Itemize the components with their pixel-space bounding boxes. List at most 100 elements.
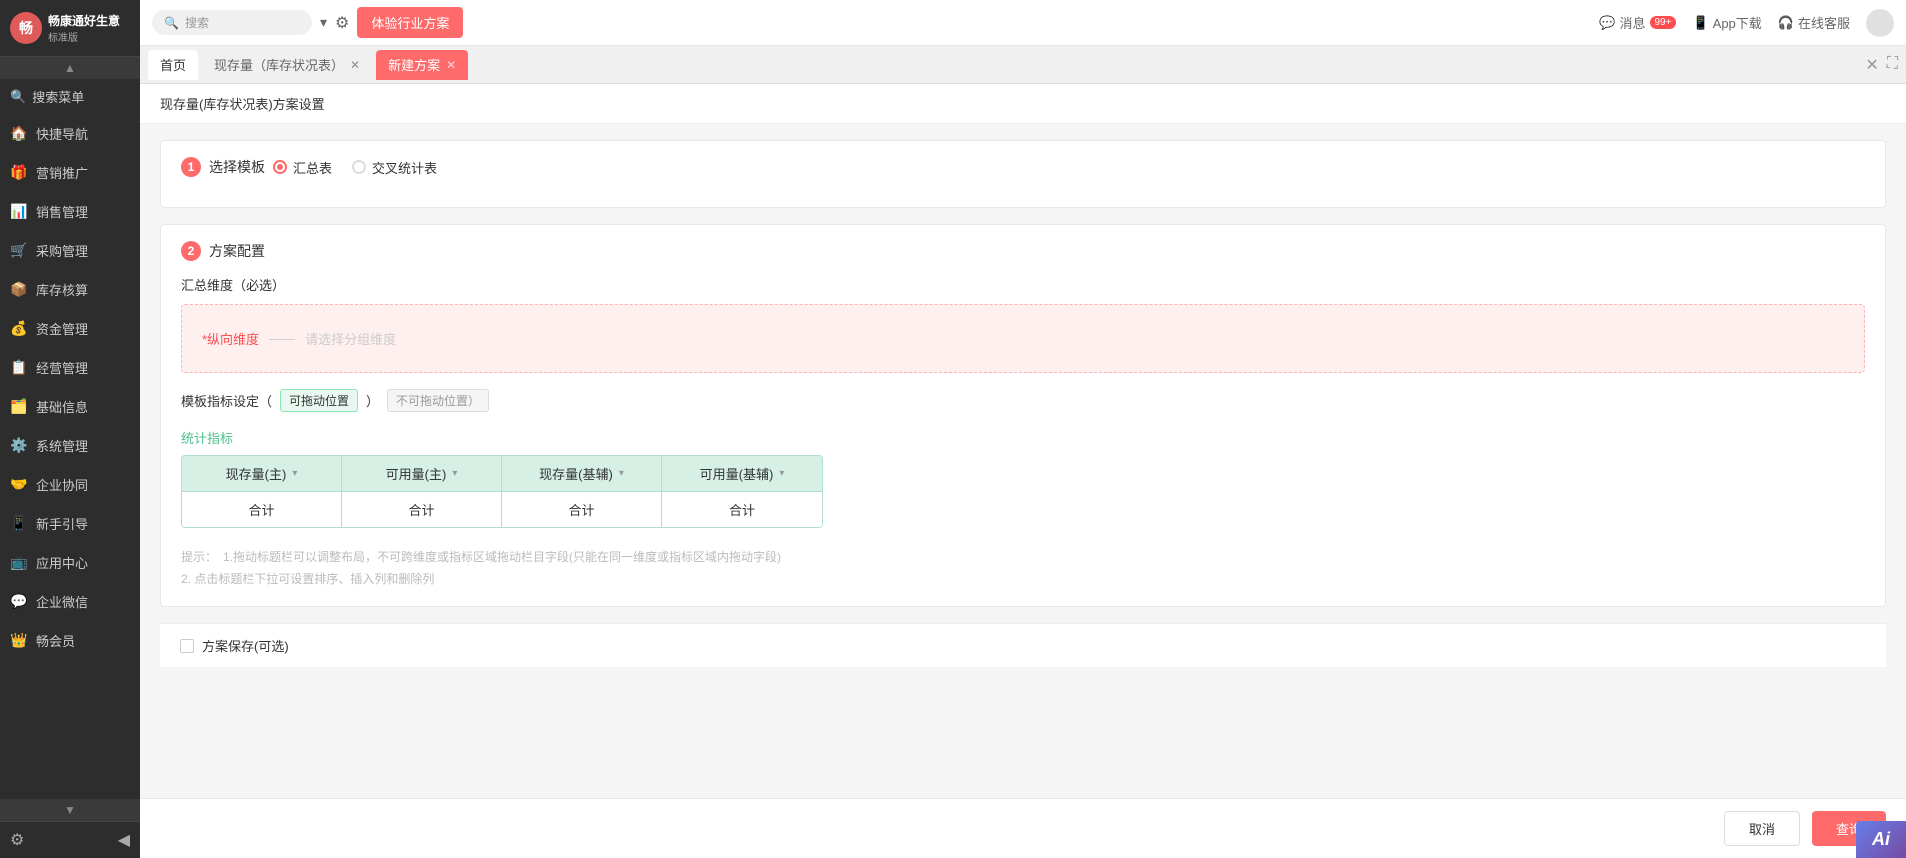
crown-icon: 👑 — [10, 632, 28, 650]
sidebar-item-label: 系统管理 — [36, 436, 88, 455]
topbar-dropdown-icon[interactable]: ▾ — [320, 14, 327, 31]
sidebar-item-system[interactable]: ⚙️ 系统管理 — [0, 426, 140, 465]
tab-window-controls: ✕ ⛶ — [1865, 55, 1898, 75]
sidebar-item-finance[interactable]: 💰 资金管理 — [0, 309, 140, 348]
stats-section: 统计指标 现存量(主) ▾ 可用量(主) ▾ — [181, 428, 1865, 531]
tabbar: 首页 现存量（库存状况表） ✕ 新建方案 ✕ ✕ ⛶ — [140, 46, 1906, 84]
stats-col2-aggregation: 合计 — [408, 500, 434, 519]
sidebar-item-guide[interactable]: 📱 新手引导 — [0, 504, 140, 543]
step1-number: 1 — [181, 157, 201, 177]
dimension-dash: —— — [269, 331, 295, 346]
sidebar-item-label: 基础信息 — [36, 397, 88, 416]
stats-col2-header[interactable]: 可用量(主) ▾ — [342, 456, 502, 491]
headset-icon: 🎧 — [1778, 15, 1794, 31]
folder-icon: 🗂️ — [10, 398, 28, 416]
sidebar-nav: 🔍 搜索菜单 🏠 快捷导航 🎁 营销推广 📊 销售管理 🛒 采购管理 📦 库存核… — [0, 79, 140, 799]
sidebar-scroll-up[interactable]: ▲ — [0, 57, 140, 79]
step1-title: 选择模板 — [209, 157, 265, 177]
sidebar-item-base[interactable]: 🗂️ 基础信息 — [0, 387, 140, 426]
stats-col1-header[interactable]: 现存量(主) ▾ — [182, 456, 342, 491]
sidebar-item-sales[interactable]: 📊 销售管理 — [0, 192, 140, 231]
dimension-area[interactable]: *纵向维度 —— 请选择分组维度 — [181, 304, 1865, 373]
sidebar-item-coop[interactable]: 🤝 企业协同 — [0, 465, 140, 504]
app-download-button[interactable]: 📱 App下载 — [1692, 13, 1761, 32]
search-icon: 🔍 — [10, 89, 26, 105]
customer-service-label: 在线客服 — [1798, 13, 1850, 32]
radio-cross-circle — [352, 160, 366, 174]
radio-summary[interactable]: 汇总表 — [273, 158, 332, 177]
stats-col3-header[interactable]: 现存量(基辅) ▾ — [502, 456, 662, 491]
tab-new-scheme[interactable]: 新建方案 ✕ — [376, 50, 468, 80]
sidebar-item-label: 销售管理 — [36, 202, 88, 221]
tab-home[interactable]: 首页 — [148, 50, 198, 80]
messages-badge: 99+ — [1650, 16, 1677, 29]
settings-icon[interactable]: ⚙ — [10, 830, 24, 850]
stats-col1-data: 合计 — [182, 491, 342, 527]
sidebar-search[interactable]: 🔍 搜索菜单 — [0, 79, 140, 114]
sidebar-item-label: 新手引导 — [36, 514, 88, 533]
messages-button[interactable]: 💬 消息 99+ — [1599, 13, 1676, 32]
sidebar-item-label: 营销推广 — [36, 163, 88, 182]
sidebar-item-purchase[interactable]: 🛒 采购管理 — [0, 231, 140, 270]
sidebar-item-member[interactable]: 👑 畅会员 — [0, 621, 140, 660]
chevron-down-icon: ▾ — [452, 468, 457, 479]
trial-industry-button[interactable]: 体验行业方案 — [357, 7, 463, 38]
stats-table: 现存量(主) ▾ 可用量(主) ▾ 现存量(基辅) ▾ — [181, 455, 823, 528]
tip2: 2. 点击标题栏下拉可设置排序、插入列和删除列 — [181, 569, 1865, 591]
sidebar: 畅 畅康通好生意 标准版 ▲ 🔍 搜索菜单 🏠 快捷导航 🎁 营销推广 📊 销售… — [0, 0, 140, 858]
tab-inventory-label: 现存量（库存状况表） — [214, 55, 344, 74]
sidebar-item-wechat[interactable]: 💬 企业微信 — [0, 582, 140, 621]
sidebar-item-quick-nav[interactable]: 🏠 快捷导航 — [0, 114, 140, 153]
stats-data-row: 合计 合计 合计 合计 — [182, 491, 822, 527]
sidebar-item-apps[interactable]: 📺 应用中心 — [0, 543, 140, 582]
save-checkbox[interactable] — [180, 639, 194, 653]
sidebar-item-label: 企业协同 — [36, 475, 88, 494]
tab-new-scheme-label: 新建方案 — [388, 55, 440, 74]
sidebar-item-label: 快捷导航 — [36, 124, 88, 143]
sidebar-scroll-down[interactable]: ▼ — [0, 799, 140, 821]
sidebar-bottom: ⚙ ◀ — [0, 821, 140, 858]
step1-section: 1 选择模板 汇总表 交叉统计表 — [160, 140, 1886, 208]
dimension-placeholder: 请选择分组维度 — [305, 329, 396, 348]
indicator-draggable-badge: 可拖动位置 — [280, 389, 358, 412]
user-avatar[interactable] — [1866, 9, 1894, 37]
cart-icon: 🛒 — [10, 242, 28, 260]
dimension-label: 汇总维度（必选） — [181, 275, 1865, 294]
sidebar-item-label: 经营管理 — [36, 358, 88, 377]
stats-col4-header[interactable]: 可用量(基辅) ▾ — [662, 456, 822, 491]
tab-inventory-close-icon[interactable]: ✕ — [350, 58, 360, 72]
topbar-settings-icon[interactable]: ⚙ — [335, 13, 349, 33]
chevron-down-icon: ▾ — [292, 468, 297, 479]
close-window-icon[interactable]: ✕ — [1865, 55, 1878, 75]
topbar-search[interactable]: 🔍 搜索 — [152, 10, 312, 35]
sidebar-item-label: 采购管理 — [36, 241, 88, 260]
tab-new-scheme-close-icon[interactable]: ✕ — [446, 58, 456, 72]
expand-icon[interactable]: ⛶ — [1887, 55, 1898, 75]
search-label: 搜索菜单 — [32, 87, 84, 106]
sidebar-item-label: 企业微信 — [36, 592, 88, 611]
sidebar-item-inventory[interactable]: 📦 库存核算 — [0, 270, 140, 309]
stats-col2-data: 合计 — [342, 491, 502, 527]
tip1: 提示： 1.拖动标题栏可以调整布局，不可跨维度或指标区域拖动栏目字段(只能在同一… — [181, 547, 1865, 569]
chevron-down-icon: ▾ — [619, 468, 624, 479]
customer-service-button[interactable]: 🎧 在线客服 — [1778, 13, 1850, 32]
content-area: 现存量(库存状况表)方案设置 1 选择模板 汇总表 交叉统计表 — [140, 84, 1906, 798]
radio-cross[interactable]: 交叉统计表 — [352, 158, 437, 177]
chat-icon: 💬 — [10, 593, 28, 611]
collapse-icon[interactable]: ◀ — [118, 830, 130, 850]
step2-number: 2 — [181, 241, 201, 261]
stats-col2-label: 可用量(主) — [386, 464, 447, 483]
sidebar-item-label: 畅会员 — [36, 631, 75, 650]
sidebar-item-operations[interactable]: 📋 经营管理 — [0, 348, 140, 387]
money-icon: 💰 — [10, 320, 28, 338]
tab-inventory-status[interactable]: 现存量（库存状况表） ✕ — [202, 50, 372, 80]
sidebar-item-marketing[interactable]: 🎁 营销推广 — [0, 153, 140, 192]
cancel-button[interactable]: 取消 — [1724, 811, 1800, 846]
footer-bar: 取消 查询 — [140, 798, 1906, 858]
app-download-label: App下载 — [1713, 13, 1762, 32]
stats-title: 统计指标 — [181, 428, 1865, 447]
radio-summary-circle — [273, 160, 287, 174]
step1-header: 1 选择模板 汇总表 交叉统计表 — [181, 157, 1865, 177]
radio-cross-label: 交叉统计表 — [372, 158, 437, 177]
phone-icon: 📱 — [1692, 15, 1708, 31]
